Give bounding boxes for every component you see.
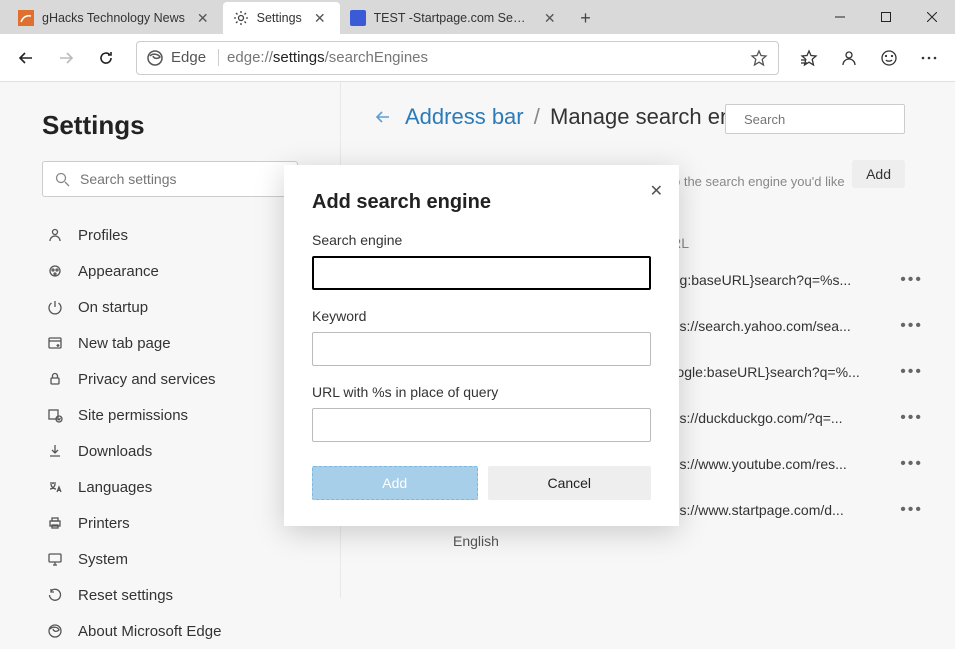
nav-sitepermissions[interactable]: Site permissions xyxy=(42,397,298,433)
nav-about[interactable]: About Microsoft Edge xyxy=(42,613,298,649)
dialog-add-button[interactable]: Add xyxy=(312,466,478,500)
menu-icon[interactable] xyxy=(911,40,947,76)
field-url: URL with %s in place of query xyxy=(312,384,651,460)
more-icon[interactable]: ••• xyxy=(900,409,923,427)
search-engine-input[interactable] xyxy=(312,256,651,290)
profile-icon[interactable] xyxy=(831,40,867,76)
new-tab-button[interactable]: + xyxy=(570,2,602,34)
tab-label: TEST -Startpage.com Search resu xyxy=(374,11,532,25)
gear-icon xyxy=(233,10,249,26)
minimize-button[interactable] xyxy=(817,0,863,34)
dialog-cancel-button[interactable]: Cancel xyxy=(488,466,652,500)
favicon-ghacks xyxy=(18,10,34,26)
tab-label: gHacks Technology News xyxy=(42,11,185,25)
feedback-icon[interactable] xyxy=(871,40,907,76)
omnibox-prefix: Edge xyxy=(171,49,219,66)
nav-reset[interactable]: Reset settings xyxy=(42,577,298,613)
more-icon[interactable]: ••• xyxy=(900,501,923,519)
maximize-button[interactable] xyxy=(863,0,909,34)
favorites-icon[interactable] xyxy=(791,40,827,76)
profile-icon xyxy=(46,226,64,244)
refresh-button[interactable] xyxy=(88,40,124,76)
settings-search-input[interactable] xyxy=(80,171,285,187)
favorite-icon[interactable] xyxy=(750,49,768,67)
more-icon[interactable]: ••• xyxy=(900,363,923,381)
favicon-startpage xyxy=(350,10,366,26)
settings-nav: Profiles Appearance On startup New tab p… xyxy=(42,217,298,649)
engines-search-input[interactable] xyxy=(744,112,920,127)
download-icon xyxy=(46,442,64,460)
nav-downloads[interactable]: Downloads xyxy=(42,433,298,469)
more-icon[interactable]: ••• xyxy=(900,455,923,473)
close-icon[interactable]: ✕ xyxy=(540,10,560,27)
url-input[interactable] xyxy=(312,408,651,442)
english-label: English xyxy=(453,533,923,549)
close-window-button[interactable] xyxy=(909,0,955,34)
nav-profiles[interactable]: Profiles xyxy=(42,217,298,253)
appearance-icon xyxy=(46,262,64,280)
close-icon[interactable]: ✕ xyxy=(193,10,213,27)
tab-label: Settings xyxy=(257,11,302,25)
nav-onstartup[interactable]: On startup xyxy=(42,289,298,325)
nav-privacy[interactable]: Privacy and services xyxy=(42,361,298,397)
forward-button[interactable] xyxy=(48,40,84,76)
more-icon[interactable]: ••• xyxy=(900,317,923,335)
lock-icon xyxy=(46,370,64,388)
field-search-engine: Search engine xyxy=(312,232,651,308)
back-button[interactable] xyxy=(8,40,44,76)
address-bar[interactable]: Edge edge://settings/searchEngines xyxy=(136,41,779,75)
keyword-input[interactable] xyxy=(312,332,651,366)
back-arrow-icon[interactable] xyxy=(373,107,393,127)
omnibox-url: edge://settings/searchEngines xyxy=(227,49,428,66)
reset-icon xyxy=(46,586,64,604)
printer-icon xyxy=(46,514,64,532)
breadcrumb-link[interactable]: Address bar xyxy=(405,104,524,129)
settings-search[interactable] xyxy=(42,161,298,197)
system-icon xyxy=(46,550,64,568)
dialog-buttons: Add Cancel xyxy=(312,466,651,500)
toolbar: Edge edge://settings/searchEngines xyxy=(0,34,955,82)
more-icon[interactable]: ••• xyxy=(900,271,923,289)
tabstrip: gHacks Technology News ✕ Settings ✕ TEST… xyxy=(0,0,817,34)
nav-newtab[interactable]: New tab page xyxy=(42,325,298,361)
permissions-icon xyxy=(46,406,64,424)
search-icon xyxy=(55,172,70,187)
nav-appearance[interactable]: Appearance xyxy=(42,253,298,289)
nav-languages[interactable]: Languages xyxy=(42,469,298,505)
field-keyword: Keyword xyxy=(312,308,651,384)
close-icon[interactable]: ✕ xyxy=(310,10,330,27)
tab-ghacks[interactable]: gHacks Technology News ✕ xyxy=(8,2,223,34)
edge-icon xyxy=(46,622,64,640)
titlebar: gHacks Technology News ✕ Settings ✕ TEST… xyxy=(0,0,955,34)
nav-system[interactable]: System xyxy=(42,541,298,577)
tab-startpage[interactable]: TEST -Startpage.com Search resu ✕ xyxy=(340,2,570,34)
newtab-icon xyxy=(46,334,64,352)
dialog-close-icon[interactable]: ✕ xyxy=(650,181,663,201)
tab-settings[interactable]: Settings ✕ xyxy=(223,2,340,34)
engines-search[interactable] xyxy=(725,104,905,134)
dialog-title: Add search engine xyxy=(312,191,651,214)
settings-title: Settings xyxy=(42,110,298,141)
add-engine-button[interactable]: Add xyxy=(852,160,905,188)
add-engine-dialog: ✕ Add search engine Search engine Keywor… xyxy=(284,165,679,526)
power-icon xyxy=(46,298,64,316)
window-buttons xyxy=(817,0,955,34)
nav-printers[interactable]: Printers xyxy=(42,505,298,541)
edge-icon xyxy=(147,50,163,66)
language-icon xyxy=(46,478,64,496)
